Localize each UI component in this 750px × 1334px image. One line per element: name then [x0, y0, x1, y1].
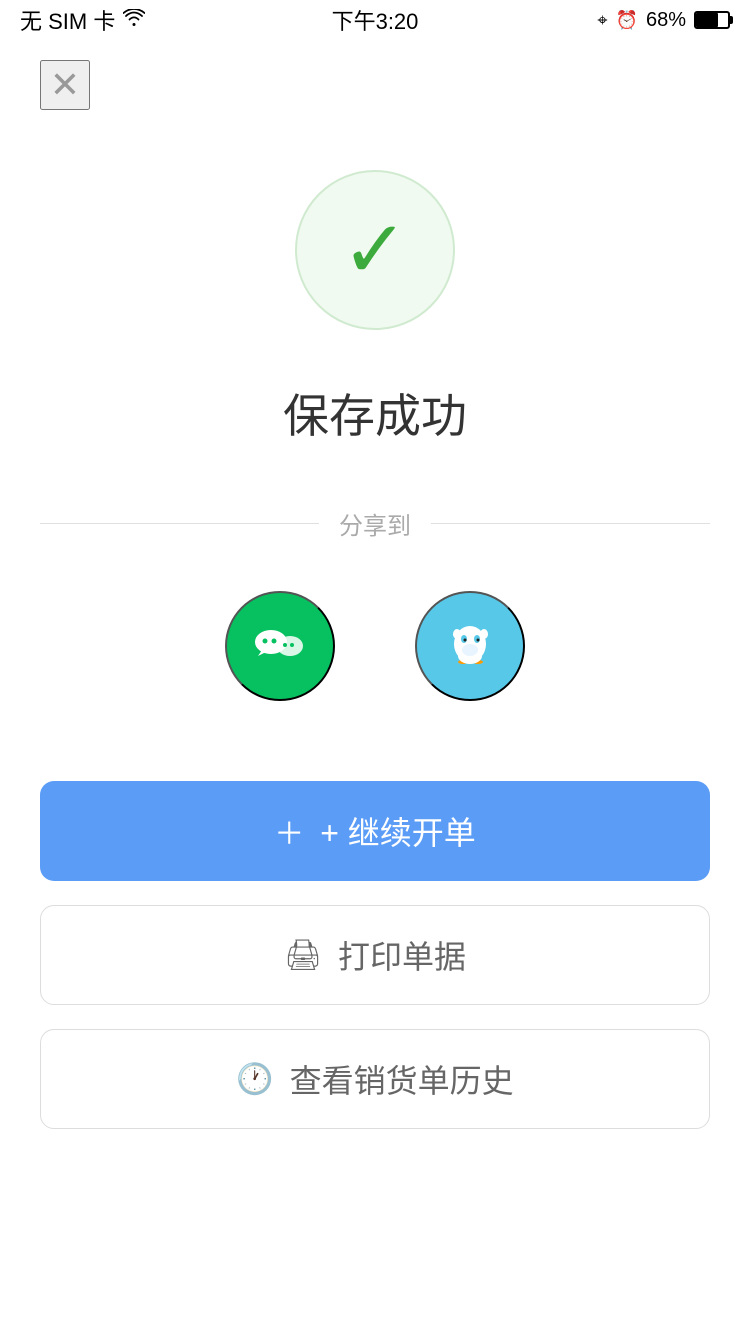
print-icon: 🖨 [284, 938, 322, 973]
divider-line-left [40, 523, 319, 524]
share-icons-container [225, 591, 525, 701]
carrier-text: 无 SIM 卡 [20, 4, 115, 36]
print-label: 打印单据 [338, 932, 466, 978]
battery-icon [694, 11, 730, 29]
status-bar: 无 SIM 卡 下午3:20 ⌖ ⏰ 68% [0, 0, 750, 40]
checkmark-icon: ✓ [341, 210, 408, 290]
qq-share-button[interactable] [415, 591, 525, 701]
wechat-icon [248, 614, 313, 679]
history-label: 查看销货单历史 [290, 1056, 514, 1102]
status-time: 下午3:20 [332, 4, 419, 36]
history-icon: 🕐 [236, 1062, 273, 1097]
success-circle: ✓ [295, 170, 455, 330]
share-label: 分享到 [339, 506, 411, 541]
divider-line-right [431, 523, 710, 524]
share-divider: 分享到 [40, 506, 710, 541]
location-icon: ⌖ [597, 10, 607, 31]
qq-icon [438, 614, 503, 679]
battery-text: 68% [646, 9, 686, 32]
close-button[interactable]: ✕ [40, 60, 90, 110]
continue-order-label: + 继续开单 [320, 808, 476, 854]
success-title: 保存成功 [283, 380, 467, 446]
action-buttons: ＋ + 继续开单 🖨 打印单据 🕐 查看销货单历史 [40, 781, 710, 1129]
main-content: ✕ ✓ 保存成功 分享到 [0, 40, 750, 1189]
plus-icon: ＋ [274, 809, 304, 853]
print-button[interactable]: 🖨 打印单据 [40, 905, 710, 1005]
alarm-icon: ⏰ [616, 10, 638, 31]
wifi-icon [123, 7, 145, 33]
history-button[interactable]: 🕐 查看销货单历史 [40, 1029, 710, 1129]
continue-order-button[interactable]: ＋ + 继续开单 [40, 781, 710, 881]
close-icon: ✕ [50, 67, 80, 103]
status-right: ⌖ ⏰ 68% [597, 9, 730, 32]
status-left: 无 SIM 卡 [20, 4, 145, 36]
wechat-share-button[interactable] [225, 591, 335, 701]
